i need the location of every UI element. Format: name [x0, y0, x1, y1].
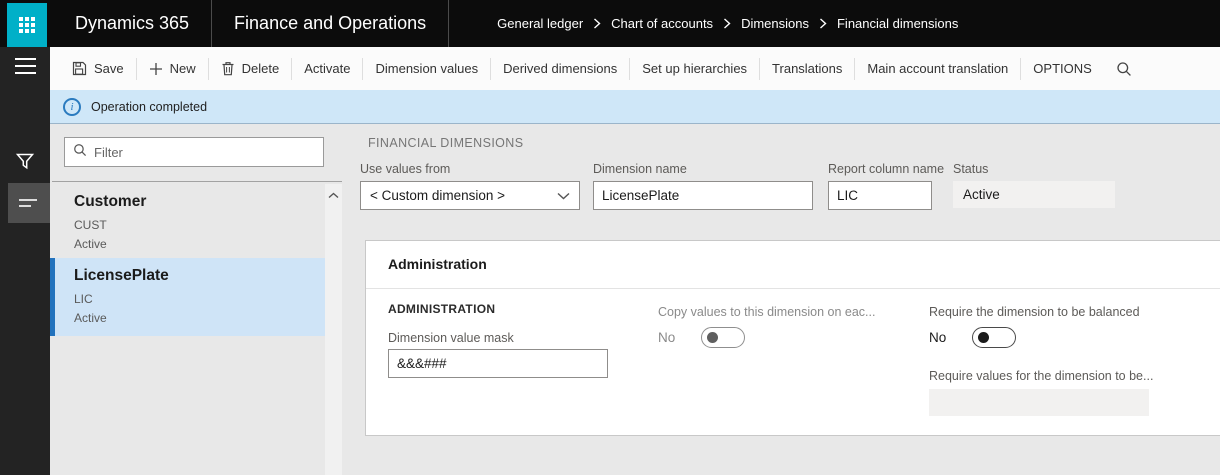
save-button[interactable]: Save [60, 47, 136, 90]
dimension-status: Active [74, 311, 107, 325]
list-item-customer[interactable]: Customer CUST Active [50, 184, 325, 258]
panel-divider [52, 181, 342, 182]
dimension-name-label: Dimension name [593, 162, 687, 176]
activate-button[interactable]: Activate [292, 47, 362, 90]
main-account-translation-label: Main account translation [867, 61, 1009, 76]
card-divider [366, 288, 1220, 289]
report-column-name-input[interactable] [828, 181, 932, 210]
translations-label: Translations [772, 61, 843, 76]
delete-label: Delete [241, 61, 280, 76]
require-values-value [929, 389, 1149, 416]
status-value: Active [953, 181, 1115, 208]
dimension-name: LicensePlate [74, 267, 169, 284]
administration-section-header[interactable]: Administration [388, 256, 487, 272]
hamburger-menu-icon[interactable] [15, 58, 36, 74]
require-balanced-state: No [929, 330, 947, 345]
dimension-list-panel: Customer CUST Active LicensePlate LIC Ac… [50, 124, 342, 475]
list-item-licenseplate[interactable]: LicensePlate LIC Active [50, 258, 325, 336]
topbar-divider [211, 0, 213, 47]
save-icon [72, 61, 87, 76]
message-bar: i Operation completed [50, 90, 1220, 124]
action-toolbar: Save New Delete Activate Dimension value… [50, 47, 1220, 90]
require-balanced-toggle-row: No [929, 327, 1017, 348]
use-values-from-label: Use values from [360, 162, 451, 176]
dimension-name-field: Dimension name [593, 162, 813, 210]
administration-card: Administration ADMINISTRATION Dimension … [365, 240, 1220, 436]
breadcrumb-financial-dimensions[interactable]: Financial dimensions [837, 16, 958, 31]
message-text: Operation completed [91, 99, 208, 114]
toggle-knob [707, 332, 719, 343]
top-navigation-bar: Dynamics 365 Finance and Operations Gene… [0, 0, 1220, 47]
options-menu-button[interactable]: OPTIONS [1021, 47, 1104, 90]
brand-dynamics365[interactable]: Dynamics 365 [75, 13, 189, 34]
product-title[interactable]: Finance and Operations [234, 13, 426, 34]
page-section-title: FINANCIAL DIMENSIONS [368, 136, 524, 150]
translations-button[interactable]: Translations [760, 47, 854, 90]
dimension-values-label: Dimension values [375, 61, 479, 76]
report-column-name-label: Report column name [828, 162, 945, 176]
main-account-translation-button[interactable]: Main account translation [855, 47, 1020, 90]
use-values-from-dropdown[interactable]: < Custom dimension > [360, 181, 580, 210]
save-label: Save [94, 61, 124, 76]
chevron-right-icon [723, 18, 731, 29]
waffle-icon [19, 17, 35, 33]
dimension-code: LIC [74, 292, 93, 306]
options-label: OPTIONS [1033, 61, 1092, 76]
derived-dimensions-label: Derived dimensions [503, 61, 618, 76]
status-label: Status [953, 162, 989, 176]
navigation-rail [0, 47, 50, 475]
dimension-values-button[interactable]: Dimension values [363, 47, 490, 90]
require-balanced-toggle[interactable] [972, 327, 1017, 348]
filter-funnel-icon[interactable] [15, 152, 35, 176]
list-pane-icon[interactable] [8, 183, 50, 223]
report-column-name-field: Report column name [828, 162, 945, 210]
filter-input[interactable] [94, 144, 315, 160]
dimension-value-mask-input[interactable] [388, 349, 608, 378]
dimension-name-input[interactable] [593, 181, 813, 210]
chevron-right-icon [819, 18, 827, 29]
app-window: Dynamics 365 Finance and Operations Gene… [0, 0, 1220, 475]
new-label: New [169, 61, 196, 76]
search-button[interactable] [1104, 47, 1144, 90]
dimension-status: Active [74, 237, 107, 251]
new-button[interactable]: New [137, 47, 208, 90]
activate-label: Activate [304, 61, 351, 76]
trash-icon [221, 61, 235, 76]
setup-hierarchies-button[interactable]: Set up hierarchies [630, 47, 759, 90]
scroll-up-button[interactable] [325, 184, 342, 199]
topbar-divider [448, 0, 450, 47]
use-values-from-field: Use values from < Custom dimension > [360, 162, 580, 210]
search-icon [1116, 61, 1132, 77]
list-scrollbar[interactable] [325, 184, 342, 475]
copy-values-label: Copy values to this dimension on eac... [658, 305, 876, 319]
copy-values-toggle-row: No [658, 327, 746, 348]
dimension-value-mask-label: Dimension value mask [388, 331, 514, 345]
require-balanced-label: Require the dimension to be balanced [929, 305, 1140, 319]
app-launcher-button[interactable] [7, 3, 47, 47]
chevron-right-icon [593, 18, 601, 29]
breadcrumb-general-ledger[interactable]: General ledger [497, 16, 583, 31]
search-icon [73, 143, 87, 162]
administration-group-title: ADMINISTRATION [388, 302, 496, 316]
main-content: FINANCIAL DIMENSIONS Use values from < C… [342, 124, 1220, 475]
copy-values-state: No [658, 330, 676, 345]
toggle-knob [978, 332, 990, 343]
setup-hierarchies-label: Set up hierarchies [642, 61, 748, 76]
require-values-label: Require values for the dimension to be..… [929, 369, 1154, 383]
dropdown-value: < Custom dimension > [370, 188, 506, 203]
status-field: Status Active [953, 162, 1115, 208]
filter-box [64, 137, 324, 167]
derived-dimensions-button[interactable]: Derived dimensions [491, 47, 629, 90]
plus-icon [149, 62, 163, 76]
info-icon: i [63, 97, 81, 116]
breadcrumb-dimensions[interactable]: Dimensions [741, 16, 809, 31]
dimension-name: Customer [74, 193, 147, 210]
breadcrumb-chart-of-accounts[interactable]: Chart of accounts [611, 16, 713, 31]
delete-button[interactable]: Delete [209, 47, 292, 90]
breadcrumb: General ledger Chart of accounts Dimensi… [497, 16, 958, 31]
chevron-down-icon [557, 188, 570, 203]
dimension-code: CUST [74, 218, 107, 232]
copy-values-toggle[interactable] [701, 327, 746, 348]
